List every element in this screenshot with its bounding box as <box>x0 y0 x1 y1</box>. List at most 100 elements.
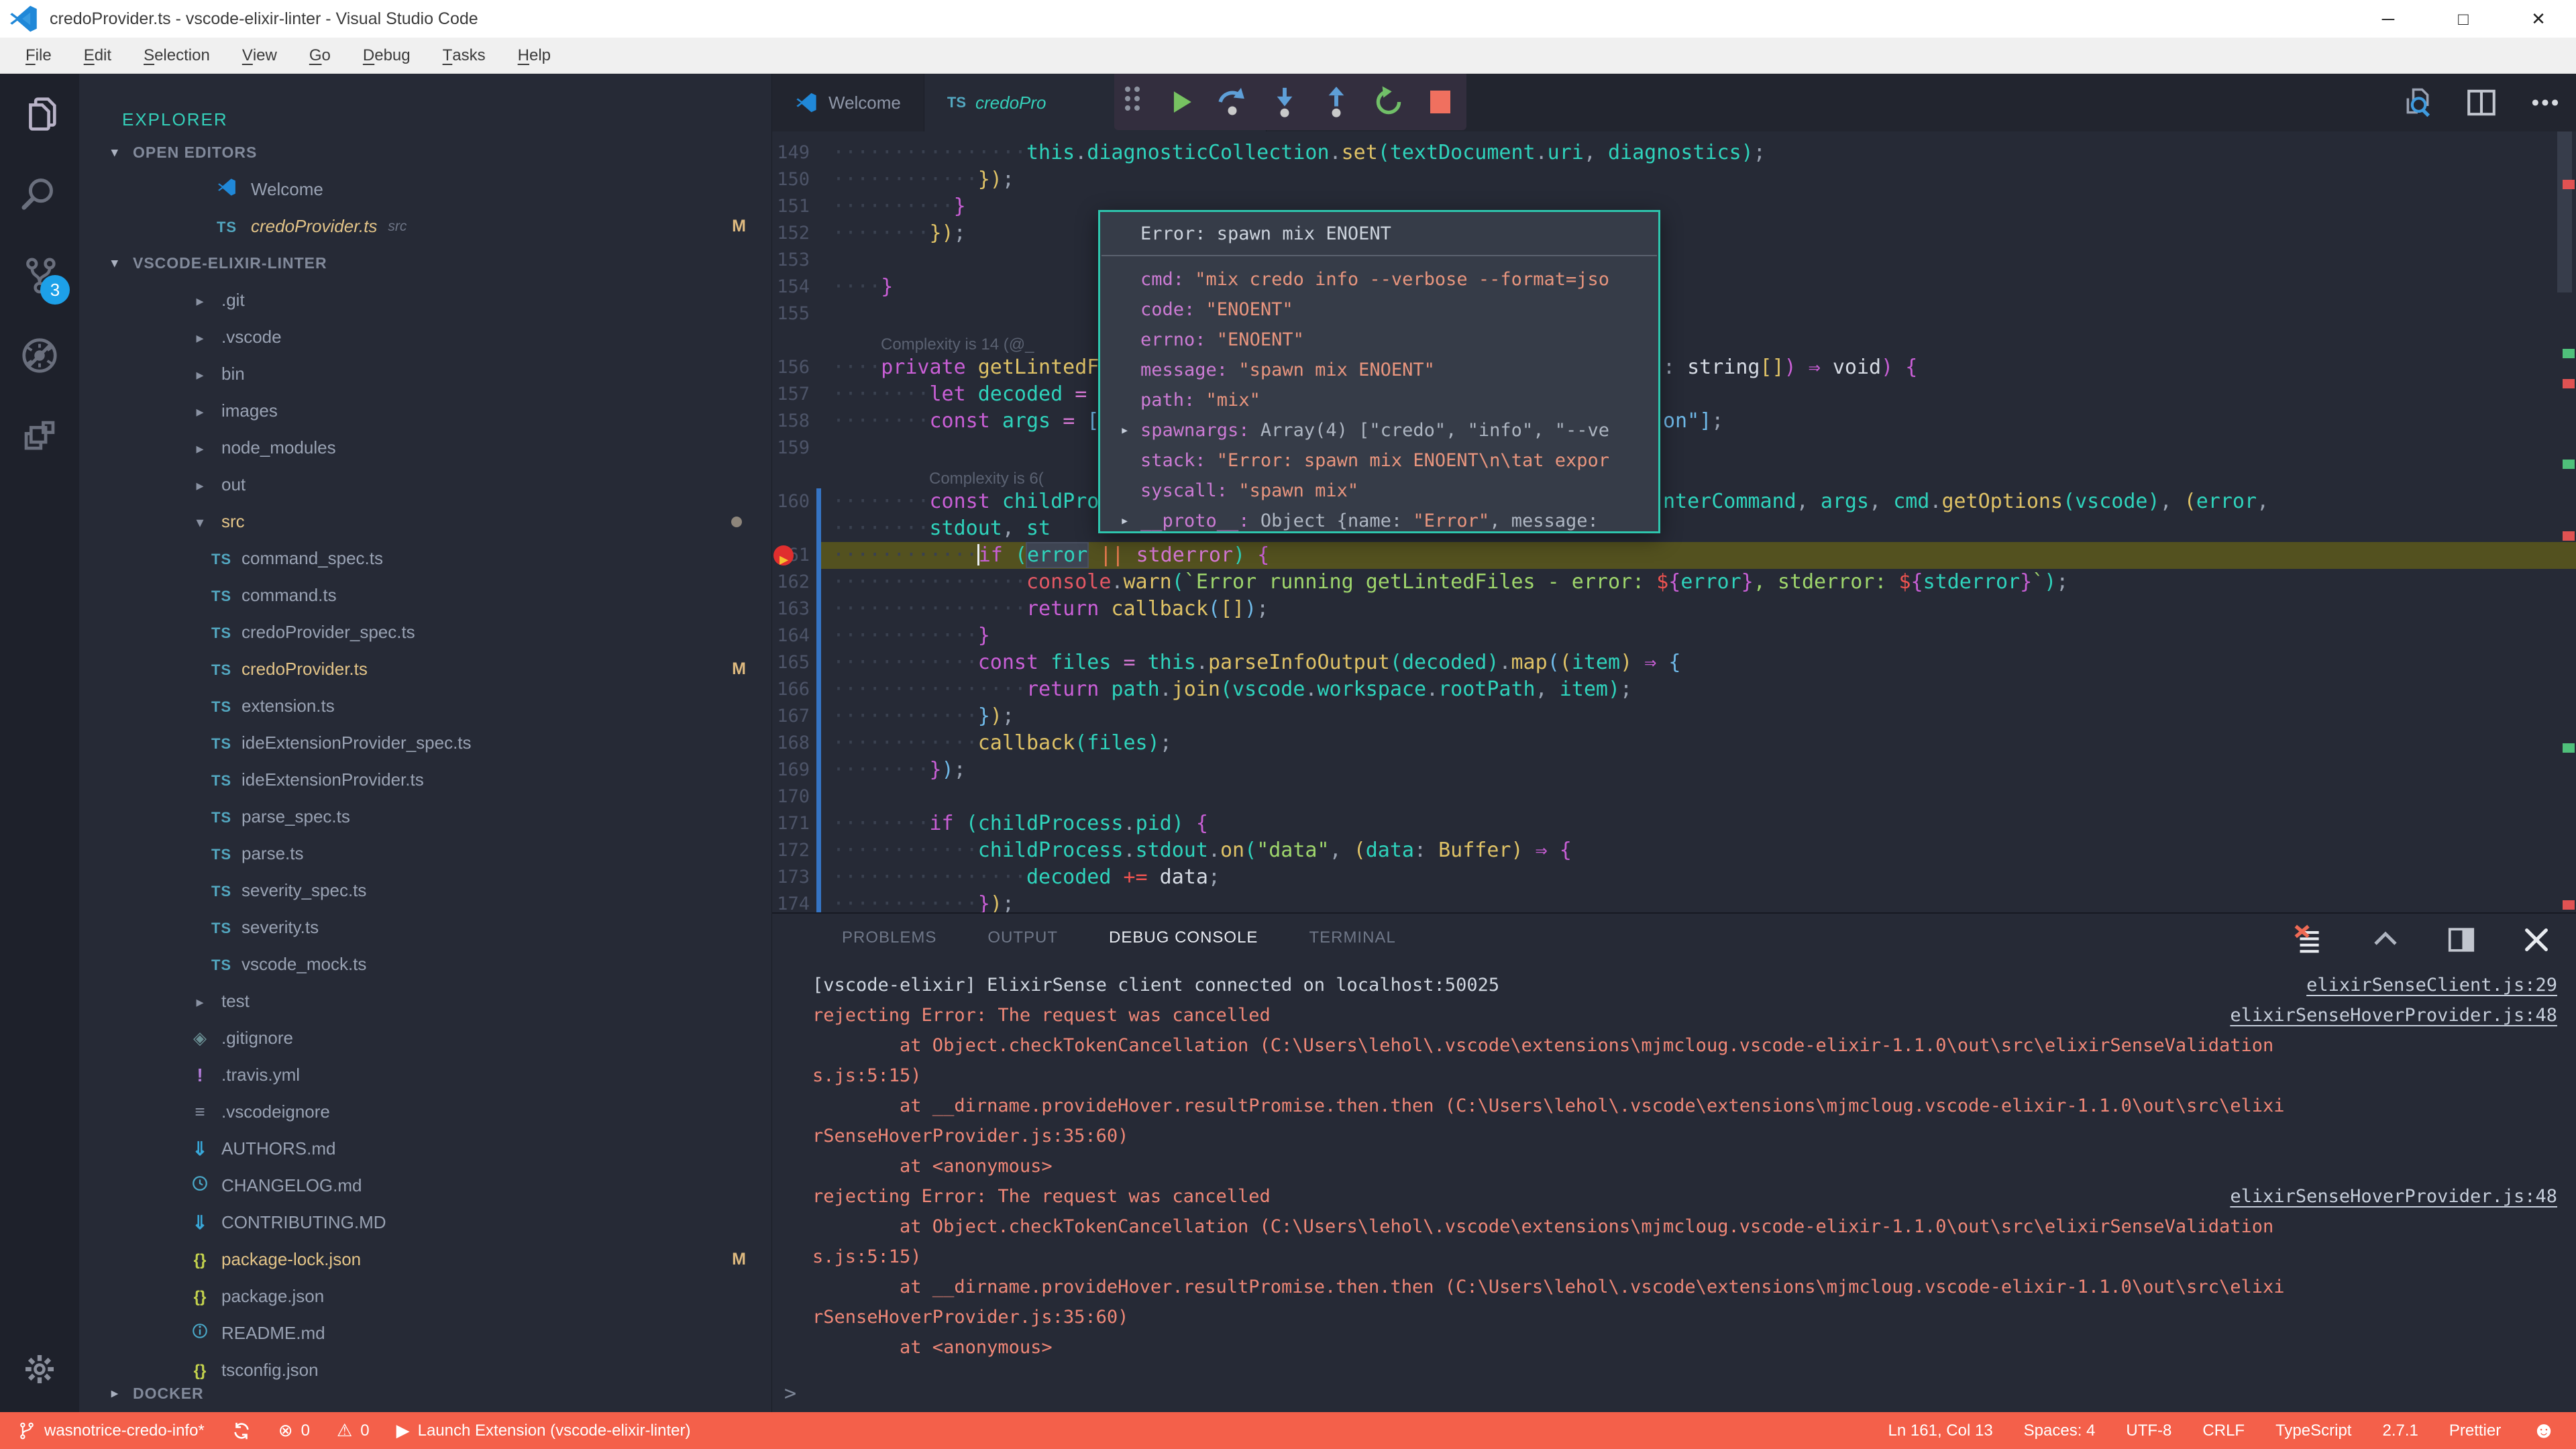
tree-item-node-modules[interactable]: ▸ node_modules <box>79 429 771 466</box>
code-line[interactable]: 149 ················this.diagnosticCollec… <box>772 140 2576 166</box>
status-warning[interactable]: ⚠ 0 <box>337 1420 370 1441</box>
status-feedback[interactable]: ☻ <box>2532 1417 2556 1444</box>
menu-view[interactable]: View <box>226 38 293 73</box>
step-into-button[interactable] <box>1258 78 1311 125</box>
line-number[interactable]: 171 <box>772 810 810 837</box>
code-editor[interactable]: 149 ················this.diagnosticCollec… <box>772 131 2576 912</box>
status-play[interactable]: ▶ Launch Extension (vscode-elixir-linter) <box>396 1420 691 1441</box>
open-editor-item[interactable]: Welcome <box>79 171 771 208</box>
open-changes-icon[interactable] <box>2400 85 2435 120</box>
code-line[interactable]: 156····private getLintedFiles(callback: … <box>772 354 2576 381</box>
popup-property-errno[interactable]: errno: "ENOENT" <box>1100 325 1658 355</box>
status-error[interactable]: ⊗ 0 <box>278 1420 310 1441</box>
status-ln-161-col-13[interactable]: Ln 161, Col 13 <box>1888 1421 1993 1440</box>
popup-property-proto[interactable]: ▸ __proto__: Object {name: "Error", messa… <box>1100 506 1658 536</box>
minimize-button[interactable]: ─ <box>2351 0 2426 38</box>
codelens-row[interactable]: Complexity is 6( <box>772 462 2576 488</box>
tree-item-package-lock-json[interactable]: {} package-lock.json M <box>79 1241 771 1278</box>
popup-property-stack[interactable]: stack: "Error: spawn mix ENOENT\n\tat ex… <box>1100 445 1658 476</box>
line-number[interactable]: 163 <box>772 596 810 623</box>
code-line[interactable]: 173 ················decoded += data; <box>772 864 2576 891</box>
tree-item-ideextensionprovider-spec-ts[interactable]: TS ideExtensionProvider_spec.ts <box>79 724 771 761</box>
line-number[interactable]: 169 <box>772 757 810 784</box>
tree-item-bin[interactable]: ▸ bin <box>79 356 771 392</box>
panel-tab-debug-console[interactable]: DEBUG CONSOLE <box>1109 928 1258 947</box>
line-number[interactable]: 160 <box>772 488 810 515</box>
line-number[interactable]: 173 <box>772 864 810 891</box>
section-docker[interactable]: ▸ DOCKER <box>79 1375 771 1412</box>
tree-item-severity-ts[interactable]: TS severity.ts <box>79 909 771 946</box>
menu-tasks[interactable]: Tasks <box>427 38 502 73</box>
console-prompt[interactable]: > <box>784 1382 796 1405</box>
chevron-right-icon[interactable]: ▸ <box>1120 506 1129 536</box>
tree-item-out[interactable]: ▸ out <box>79 466 771 503</box>
console-source-link[interactable]: elixirSenseHoverProvider.js:48 <box>2230 1000 2557 1030</box>
codelens-row[interactable]: Complexity is 14 (@_ <box>772 327 2576 354</box>
code-line[interactable]: 164 ············} <box>772 623 2576 649</box>
tree-item-package-json[interactable]: {} package.json <box>79 1278 771 1315</box>
settings-gear-button[interactable] <box>0 1336 79 1403</box>
split-editor-icon[interactable] <box>2465 86 2498 119</box>
line-number[interactable]: 151 <box>772 193 810 220</box>
menu-file[interactable]: File <box>9 38 68 73</box>
popup-property-message[interactable]: message: "spawn mix ENOENT" <box>1100 355 1658 385</box>
tree-item--travis-yml[interactable]: ! .travis.yml <box>79 1057 771 1093</box>
tree-item-changelog-md[interactable]: CHANGELOG.md <box>79 1167 771 1204</box>
close-button[interactable]: ✕ <box>2501 0 2576 38</box>
close-panel-icon[interactable] <box>2521 924 2552 955</box>
line-number[interactable]: 170 <box>772 784 810 810</box>
maximize-panel-icon[interactable] <box>2369 924 2402 956</box>
tree-item-command-ts[interactable]: TS command.ts <box>79 577 771 614</box>
activity-source-control[interactable]: 3 <box>0 235 79 315</box>
more-actions-icon[interactable] <box>2528 85 2563 120</box>
drag-grip-icon[interactable] <box>1125 87 1145 117</box>
stop-button[interactable] <box>1414 78 1466 125</box>
line-number[interactable]: 154 <box>772 274 810 301</box>
status-sync[interactable] <box>231 1421 252 1441</box>
code-line[interactable]: 155 <box>772 301 2576 327</box>
tree-item-extension-ts[interactable]: TS extension.ts <box>79 688 771 724</box>
status-crlf[interactable]: CRLF <box>2202 1421 2245 1440</box>
line-number[interactable]: 168 <box>772 730 810 757</box>
tree-item-ideextensionprovider-ts[interactable]: TS ideExtensionProvider.ts <box>79 761 771 798</box>
status-prettier[interactable]: Prettier <box>2449 1421 2501 1440</box>
popup-property-path[interactable]: path: "mix" <box>1100 385 1658 415</box>
menu-help[interactable]: Help <box>502 38 567 73</box>
code-line[interactable]: 174 ············}); <box>772 891 2576 912</box>
code-line[interactable]: 161▶············if (error || stderror) { <box>772 542 2576 569</box>
panel-tab-output[interactable]: OUTPUT <box>987 928 1058 947</box>
status-utf-8[interactable]: UTF-8 <box>2126 1421 2171 1440</box>
line-number[interactable]: 167 <box>772 703 810 730</box>
code-line[interactable]: 153 <box>772 247 2576 274</box>
tree-item-credoprovider-spec-ts[interactable]: TS credoProvider_spec.ts <box>79 614 771 651</box>
line-number[interactable]: 152 <box>772 220 810 247</box>
popup-property-spawnargs[interactable]: ▸ spawnargs: Array(4) ["credo", "info", "… <box>1100 415 1658 445</box>
popup-property-code[interactable]: code: "ENOENT" <box>1100 294 1658 325</box>
status-typescript[interactable]: TypeScript <box>2275 1421 2351 1440</box>
tree-item--vscodeignore[interactable]: ≡ .vscodeignore <box>79 1093 771 1130</box>
code-line[interactable]: 165 ············const files = this.parseI… <box>772 649 2576 676</box>
line-number[interactable]: 155 <box>772 301 810 327</box>
continue-button[interactable] <box>1155 78 1207 125</box>
section-project[interactable]: ▾ VSCODE-ELIXIR-LINTER <box>79 245 771 282</box>
line-number[interactable]: 162 <box>772 569 810 596</box>
editor-scrollbar[interactable] <box>2557 131 2572 292</box>
code-line[interactable]: 159 <box>772 435 2576 462</box>
menu-edit[interactable]: Edit <box>68 38 127 73</box>
section-open-editors[interactable]: ▾ OPEN EDITORS <box>79 134 771 171</box>
clear-console-icon[interactable] <box>2292 923 2325 957</box>
panel-tab-problems[interactable]: PROBLEMS <box>842 928 936 947</box>
console-source-link[interactable]: elixirSenseClient.js:29 <box>2306 970 2557 1000</box>
tree-item--vscode[interactable]: ▸ .vscode <box>79 319 771 356</box>
tree-item-src[interactable]: ▾ src <box>79 503 771 540</box>
popup-property-syscall[interactable]: syscall: "spawn mix" <box>1100 476 1658 506</box>
menu-go[interactable]: Go <box>293 38 347 73</box>
code-line[interactable]: 152 ········}); <box>772 220 2576 247</box>
tree-item-parse-spec-ts[interactable]: TS parse_spec.ts <box>79 798 771 835</box>
line-number[interactable]: 164 <box>772 623 810 649</box>
activity-search[interactable] <box>0 154 79 235</box>
menu-selection[interactable]: Selection <box>127 38 226 73</box>
code-line[interactable]: 150 ············}); <box>772 166 2576 193</box>
activity-extensions[interactable] <box>0 396 79 476</box>
status-spaces-4[interactable]: Spaces: 4 <box>2024 1421 2096 1440</box>
